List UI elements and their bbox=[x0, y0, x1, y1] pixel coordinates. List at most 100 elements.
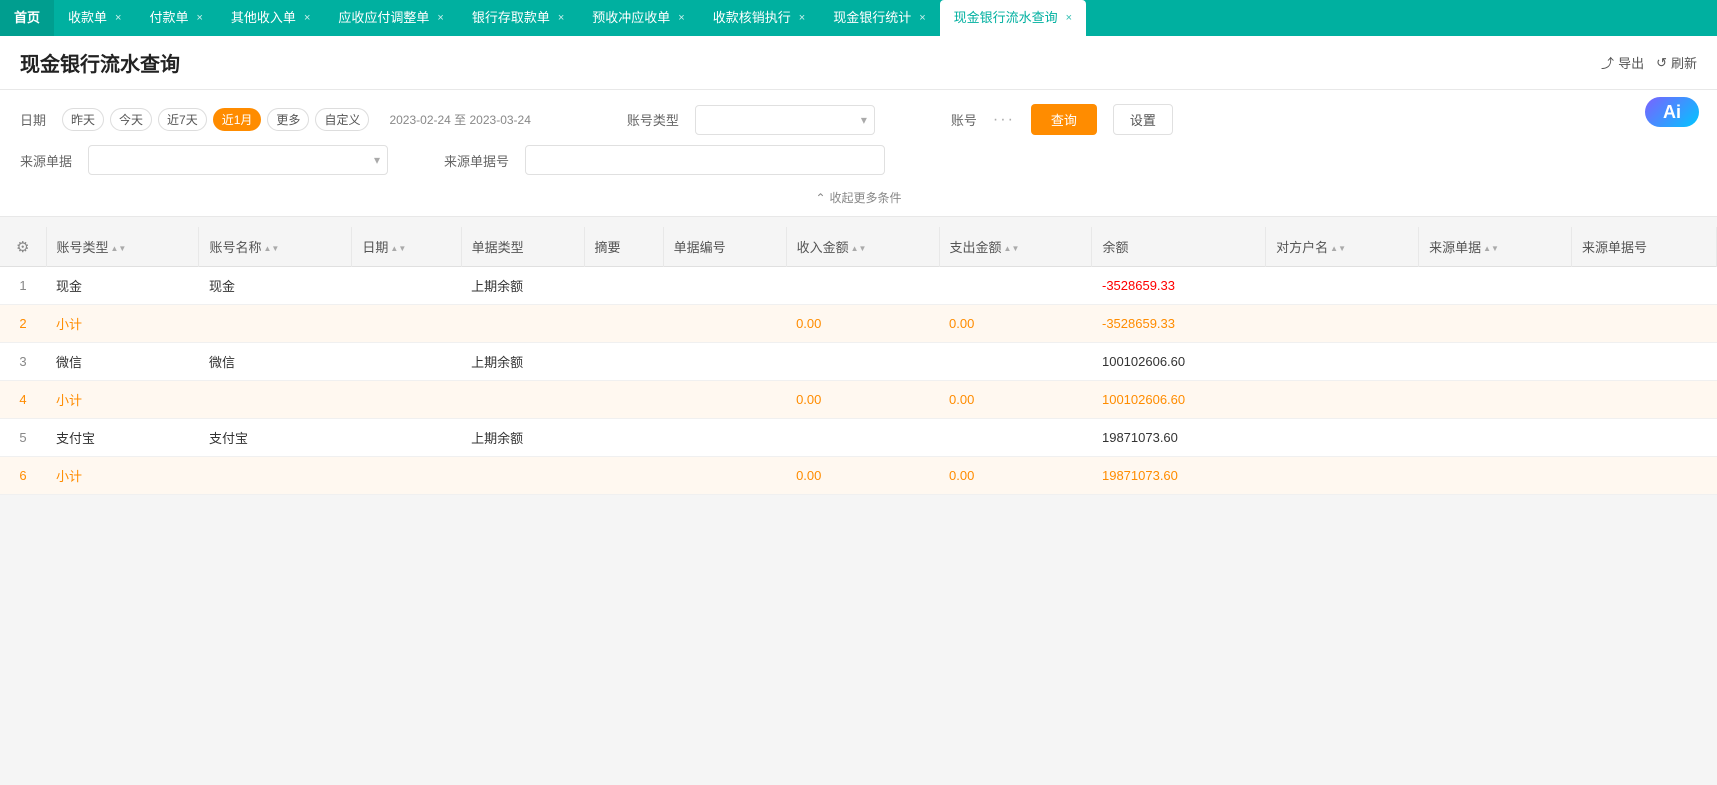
cell-account-type: 支付宝 bbox=[46, 419, 199, 457]
date-options: 昨天 今天 近7天 近1月 更多 自定义 bbox=[62, 108, 369, 131]
cell-source-doc bbox=[1419, 267, 1572, 305]
cell-expense: 0.00 bbox=[939, 381, 1092, 419]
col-doc-type: 单据类型 bbox=[461, 227, 584, 267]
cell-balance: 19871073.60 bbox=[1092, 457, 1266, 495]
account-type-select[interactable]: 现金 微信 支付宝 bbox=[695, 105, 875, 135]
date-yesterday[interactable]: 昨天 bbox=[62, 108, 104, 131]
cell-date bbox=[352, 457, 461, 495]
export-button[interactable]: ⤴ 导出 bbox=[1601, 53, 1644, 72]
cell-account-name: 微信 bbox=[199, 343, 352, 381]
close-icon[interactable]: × bbox=[919, 0, 925, 36]
close-icon[interactable]: × bbox=[678, 0, 684, 36]
close-icon[interactable]: × bbox=[304, 0, 310, 36]
table-row: 1 现金 现金 上期余额 -3528659.33 bbox=[0, 267, 1717, 305]
nav-home[interactable]: 首页 bbox=[0, 0, 54, 36]
cell-income bbox=[786, 267, 939, 305]
cell-counterparty bbox=[1266, 343, 1419, 381]
close-icon[interactable]: × bbox=[196, 0, 202, 36]
nav-advance-receipts[interactable]: 预收冲应收单 × bbox=[578, 0, 698, 36]
cell-id: 5 bbox=[0, 419, 46, 457]
source-doc-select-wrapper bbox=[88, 145, 388, 175]
date-1month[interactable]: 近1月 bbox=[213, 108, 262, 131]
close-icon[interactable]: × bbox=[1066, 0, 1072, 36]
date-custom[interactable]: 自定义 bbox=[315, 108, 369, 131]
close-icon[interactable]: × bbox=[799, 0, 805, 36]
cell-summary bbox=[584, 267, 663, 305]
sort-icon[interactable]: ▲▼ bbox=[1004, 245, 1020, 253]
cell-income bbox=[786, 343, 939, 381]
refresh-button[interactable]: ↺ 刷新 bbox=[1656, 53, 1697, 72]
date-today[interactable]: 今天 bbox=[110, 108, 152, 131]
col-expense: 支出金额▲▼ bbox=[939, 227, 1092, 267]
source-doc-no-input[interactable] bbox=[525, 145, 885, 175]
table-row: 6 小计 0.00 0.00 19871073.60 bbox=[0, 457, 1717, 495]
sort-icon[interactable]: ▲▼ bbox=[111, 245, 127, 253]
sort-icon[interactable]: ▲▼ bbox=[390, 245, 406, 253]
sort-icon[interactable]: ▲▼ bbox=[1483, 245, 1499, 253]
cell-source-doc-no bbox=[1572, 267, 1717, 305]
close-icon[interactable]: × bbox=[558, 0, 564, 36]
cell-counterparty bbox=[1266, 419, 1419, 457]
date-more[interactable]: 更多 bbox=[267, 108, 309, 131]
cell-income: 0.00 bbox=[786, 305, 939, 343]
cell-balance: -3528659.33 bbox=[1092, 267, 1266, 305]
col-summary: 摘要 bbox=[584, 227, 663, 267]
cell-doc-type bbox=[461, 305, 584, 343]
collapse-bar[interactable]: ⌃ 收起更多条件 bbox=[20, 185, 1697, 206]
cell-doc-no bbox=[663, 267, 786, 305]
cell-id: 2 bbox=[0, 305, 46, 343]
col-income: 收入金额▲▼ bbox=[786, 227, 939, 267]
nav-receipts-exec[interactable]: 收款核销执行 × bbox=[699, 0, 819, 36]
cell-id: 3 bbox=[0, 343, 46, 381]
nav-payments[interactable]: 付款单 × bbox=[135, 0, 216, 36]
cell-summary bbox=[584, 419, 663, 457]
cell-account-type: 小计 bbox=[46, 457, 199, 495]
nav-bank-stats[interactable]: 现金银行统计 × bbox=[819, 0, 939, 36]
account-more-btn[interactable]: ··· bbox=[993, 111, 1015, 129]
cell-source-doc bbox=[1419, 343, 1572, 381]
table-header-row: ⚙ 账号类型▲▼ 账号名称▲▼ 日期▲▼ 单据类型 摘要 单据编号 收入金额▲▼ bbox=[0, 227, 1717, 267]
filter-row-source: 来源单据 来源单据号 bbox=[20, 145, 1697, 175]
date-7days[interactable]: 近7天 bbox=[158, 108, 207, 131]
cell-doc-type: 上期余额 bbox=[461, 419, 584, 457]
sort-icon[interactable]: ▲▼ bbox=[263, 245, 279, 253]
nav-bank-deposit[interactable]: 银行存取款单 × bbox=[458, 0, 578, 36]
cell-source-doc bbox=[1419, 305, 1572, 343]
cell-source-doc-no bbox=[1572, 457, 1717, 495]
nav-receipts[interactable]: 收款单 × bbox=[54, 0, 135, 36]
source-doc-select[interactable] bbox=[88, 145, 388, 175]
date-label: 日期 bbox=[20, 110, 46, 129]
source-doc-no-label: 来源单据号 bbox=[444, 151, 509, 170]
settings-button[interactable]: 设置 bbox=[1113, 104, 1173, 135]
cell-account-name: 支付宝 bbox=[199, 419, 352, 457]
cell-counterparty bbox=[1266, 457, 1419, 495]
data-table: ⚙ 账号类型▲▼ 账号名称▲▼ 日期▲▼ 单据类型 摘要 单据编号 收入金额▲▼ bbox=[0, 227, 1717, 495]
account-label: 账号 bbox=[951, 110, 977, 129]
cell-account-name: 现金 bbox=[199, 267, 352, 305]
cell-account-type: 微信 bbox=[46, 343, 199, 381]
refresh-icon: ↺ bbox=[1656, 55, 1667, 71]
sort-icon[interactable]: ▲▼ bbox=[851, 245, 867, 253]
query-button[interactable]: 查询 bbox=[1031, 104, 1097, 135]
cell-counterparty bbox=[1266, 305, 1419, 343]
close-icon[interactable]: × bbox=[115, 0, 121, 36]
cell-source-doc-no bbox=[1572, 343, 1717, 381]
cell-expense bbox=[939, 267, 1092, 305]
sort-icon[interactable]: ▲▼ bbox=[1330, 245, 1346, 253]
close-icon[interactable]: × bbox=[437, 0, 443, 36]
nav-other-income[interactable]: 其他收入单 × bbox=[217, 0, 324, 36]
cell-source-doc bbox=[1419, 381, 1572, 419]
table-row: 4 小计 0.00 0.00 100102606.60 bbox=[0, 381, 1717, 419]
nav-adjustment[interactable]: 应收应付调整单 × bbox=[324, 0, 457, 36]
cell-counterparty bbox=[1266, 381, 1419, 419]
cell-expense: 0.00 bbox=[939, 457, 1092, 495]
filter-row-date: 日期 昨天 今天 近7天 近1月 更多 自定义 2023-02-24 至 202… bbox=[20, 104, 1697, 135]
account-type-select-wrapper: 现金 微信 支付宝 bbox=[695, 105, 875, 135]
col-settings[interactable]: ⚙ bbox=[0, 227, 46, 267]
nav-bank-flow[interactable]: 现金银行流水查询 × bbox=[940, 0, 1086, 36]
cell-id: 1 bbox=[0, 267, 46, 305]
ai-badge[interactable]: Ai bbox=[1645, 97, 1699, 127]
cell-date bbox=[352, 381, 461, 419]
cell-date bbox=[352, 343, 461, 381]
filter-area: 日期 昨天 今天 近7天 近1月 更多 自定义 2023-02-24 至 202… bbox=[0, 90, 1717, 217]
